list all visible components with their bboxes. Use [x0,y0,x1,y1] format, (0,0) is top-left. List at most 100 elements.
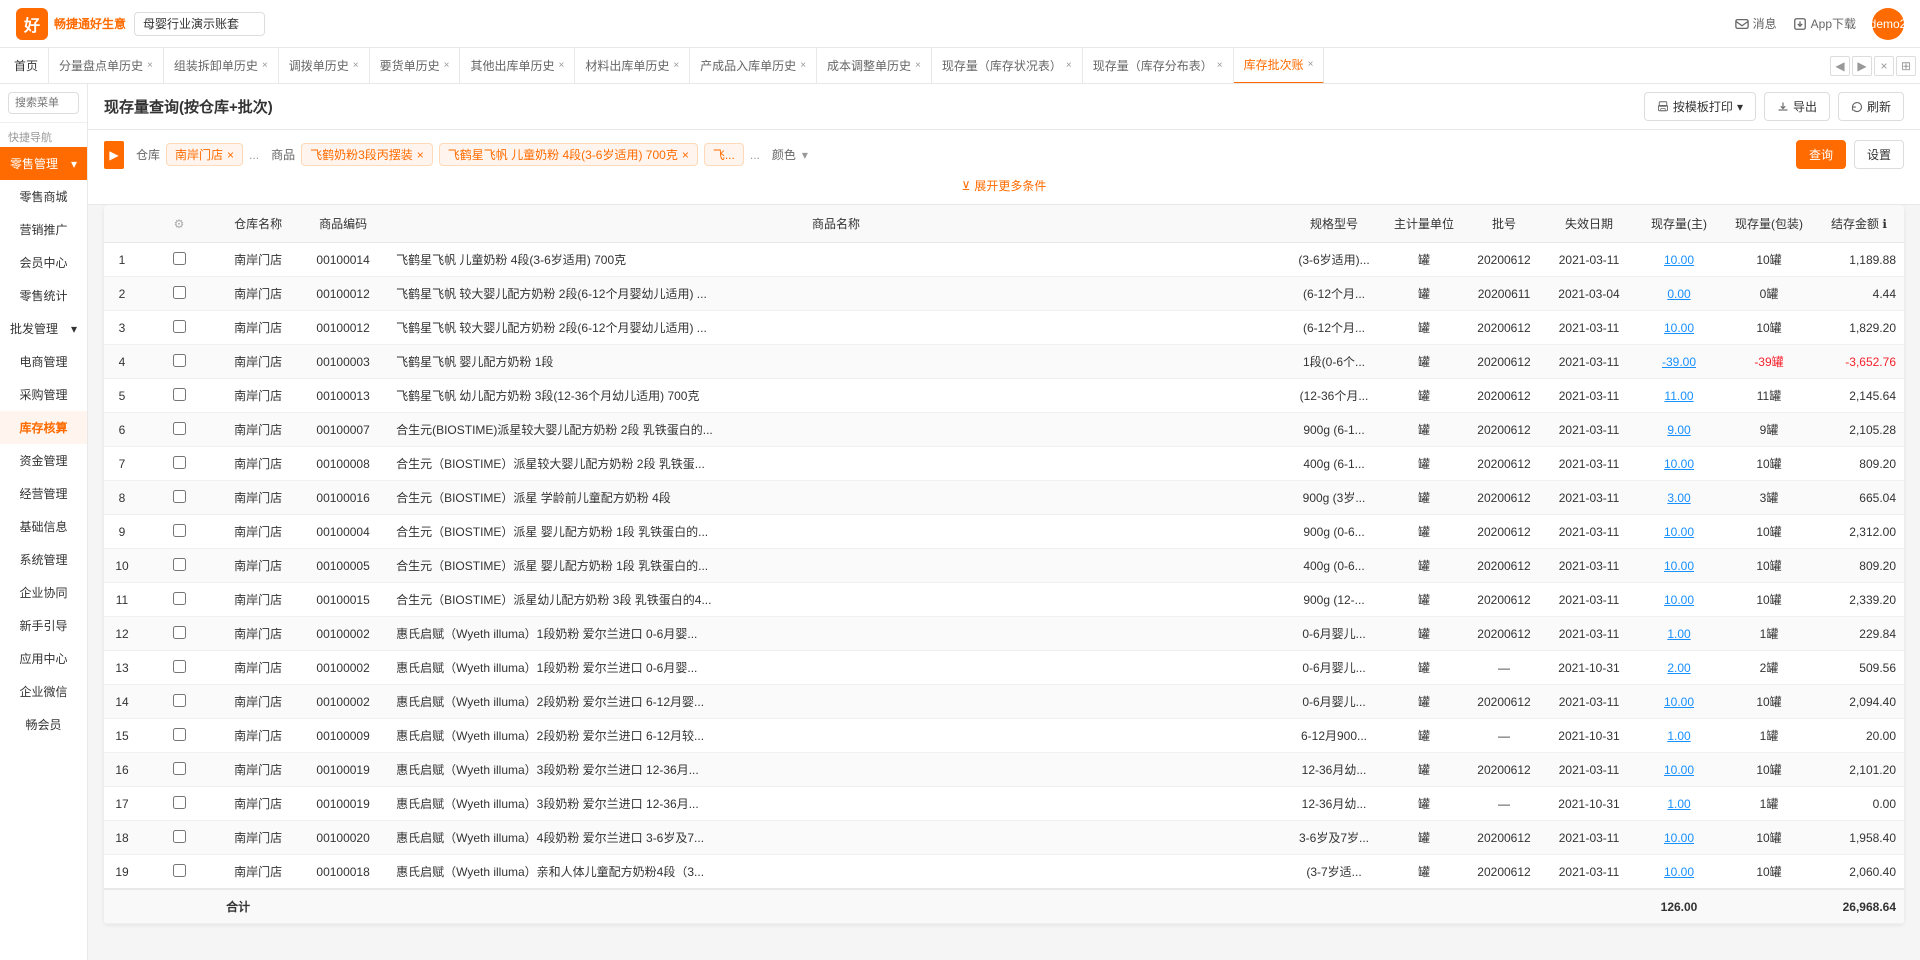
tab-close-icon[interactable]: × [558,60,564,71]
cell-stock-main[interactable]: 10.00 [1634,447,1724,481]
cell-checkbox[interactable] [140,379,218,413]
row-checkbox[interactable] [173,422,186,435]
sidebar-item-member-center[interactable]: 会员中心 [0,246,87,279]
sidebar-item-operations[interactable]: 经营管理 [0,477,87,510]
tab-close-icon[interactable]: × [1308,59,1314,70]
cell-stock-main[interactable]: 2.00 [1634,651,1724,685]
sidebar-item-enterprise-collab[interactable]: 企业协同 [0,576,87,609]
row-checkbox[interactable] [173,252,186,265]
product-tag-2-remove[interactable]: × [682,148,689,162]
sidebar-item-inventory[interactable]: 库存核算 [0,411,87,444]
row-checkbox[interactable] [173,286,186,299]
tab-close-icon[interactable]: × [353,60,359,71]
search-input[interactable] [8,92,79,114]
sidebar-item-app-center[interactable]: 应用中心 [0,642,87,675]
row-checkbox[interactable] [173,830,186,843]
sidebar-item-ecommerce[interactable]: 电商管理 [0,345,87,378]
tab-close-icon[interactable]: × [1066,60,1072,71]
cell-checkbox[interactable] [140,549,218,583]
tab-close-icon[interactable]: × [147,60,153,71]
tab-material-out[interactable]: 材料出库单历史 × [575,48,690,84]
cell-stock-main[interactable]: 10.00 [1634,549,1724,583]
tab-split-inventory[interactable]: 分量盘点单历史 × [49,48,164,84]
sidebar-item-purchase[interactable]: 采购管理 [0,378,87,411]
cell-stock-main[interactable]: 10.00 [1634,515,1724,549]
cell-stock-main[interactable]: 10.00 [1634,855,1724,890]
th-settings[interactable]: ⚙ [140,205,218,243]
sidebar-item-retail-shop[interactable]: 零售商城 [0,180,87,213]
cell-stock-main[interactable]: 9.00 [1634,413,1724,447]
row-checkbox[interactable] [173,796,186,809]
export-btn[interactable]: 导出 [1764,92,1830,121]
query-btn[interactable]: 查询 [1796,140,1846,169]
refresh-btn[interactable]: 刷新 [1838,92,1904,121]
row-checkbox[interactable] [173,524,186,537]
sidebar-item-marketing[interactable]: 营销推广 [0,213,87,246]
tab-close-icon[interactable]: × [800,60,806,71]
row-checkbox[interactable] [173,320,186,333]
sidebar-item-wholesale[interactable]: 批发管理 ▾ [0,312,87,345]
cell-stock-main[interactable]: 10.00 [1634,311,1724,345]
sidebar-item-benefits[interactable]: 畅会员 [0,708,87,741]
row-checkbox[interactable] [173,558,186,571]
cell-checkbox[interactable] [140,719,218,753]
cell-stock-main[interactable]: 3.00 [1634,481,1724,515]
filter-expand-arrow[interactable]: ▶ [104,141,124,169]
tab-disassemble[interactable]: 组装拆卸单历史 × [164,48,279,84]
row-checkbox[interactable] [173,592,186,605]
tab-close-icon[interactable]: × [262,60,268,71]
cell-checkbox[interactable] [140,243,218,277]
cell-stock-main[interactable]: 0.00 [1634,277,1724,311]
warehouse-filter-more[interactable]: ... [249,148,259,162]
tab-home[interactable]: 首页 [4,48,49,84]
row-checkbox[interactable] [173,728,186,741]
message-link[interactable]: 消息 [1735,15,1777,32]
cell-stock-main[interactable]: 10.00 [1634,685,1724,719]
tab-cost-adjust[interactable]: 成本调整单历史 × [817,48,932,84]
product-tag-2[interactable]: 飞鹤星飞帆 儿童奶粉 4段(3-6岁适用) 700克 × [439,143,698,166]
cell-checkbox[interactable] [140,753,218,787]
cell-checkbox[interactable] [140,515,218,549]
cell-checkbox[interactable] [140,685,218,719]
row-checkbox[interactable] [173,762,186,775]
cell-stock-main[interactable]: 11.00 [1634,379,1724,413]
tab-next-btn[interactable]: ▶ [1852,56,1872,76]
cell-checkbox[interactable] [140,821,218,855]
cell-stock-main[interactable]: 10.00 [1634,243,1724,277]
tab-close-icon[interactable]: × [444,60,450,71]
sidebar-item-system[interactable]: 系统管理 [0,543,87,576]
cell-checkbox[interactable] [140,787,218,821]
tab-close-icon[interactable]: × [915,60,921,71]
tab-close-icon[interactable]: × [1217,60,1223,71]
cell-stock-main[interactable]: 1.00 [1634,719,1724,753]
cell-checkbox[interactable] [140,617,218,651]
table-settings-icon[interactable]: ⚙ [174,217,185,231]
cell-stock-main[interactable]: -39.00 [1634,345,1724,379]
row-checkbox[interactable] [173,456,186,469]
app-download-link[interactable]: App下载 [1793,15,1856,32]
sidebar-item-retail-stats[interactable]: 零售统计 [0,279,87,312]
cell-stock-main[interactable]: 1.00 [1634,787,1724,821]
tab-batch-account[interactable]: 库存批次账 × [1234,48,1325,84]
expand-more-btn[interactable]: ⊻ 展开更多条件 [962,177,1047,194]
tab-adjust[interactable]: 调拨单历史 × [279,48,370,84]
sidebar-item-enterprise-wechat[interactable]: 企业微信 [0,675,87,708]
cell-stock-main[interactable]: 10.00 [1634,583,1724,617]
cell-checkbox[interactable] [140,855,218,890]
cell-checkbox[interactable] [140,277,218,311]
tab-require[interactable]: 要货单历史 × [370,48,461,84]
sidebar-item-retail-mgmt[interactable]: 零售管理 ▾ [0,147,87,180]
tab-menu-btn[interactable]: ⊞ [1896,56,1916,76]
tab-prev-btn[interactable]: ◀ [1830,56,1850,76]
tab-product-in[interactable]: 产成品入库单历史 × [690,48,817,84]
row-checkbox[interactable] [173,660,186,673]
tab-stock-dist[interactable]: 现存量（库存分布表） × [1083,48,1234,84]
avatar[interactable]: demo2 [1872,8,1904,40]
row-checkbox[interactable] [173,864,186,877]
color-dropdown-arrow[interactable]: ▾ [802,148,808,162]
product-tag-1[interactable]: 飞鹤奶粉3段丙摆装 × [301,143,433,166]
row-checkbox[interactable] [173,388,186,401]
cell-stock-main[interactable]: 10.00 [1634,753,1724,787]
tab-stock-status[interactable]: 现存量（库存状况表） × [932,48,1083,84]
cell-checkbox[interactable] [140,481,218,515]
